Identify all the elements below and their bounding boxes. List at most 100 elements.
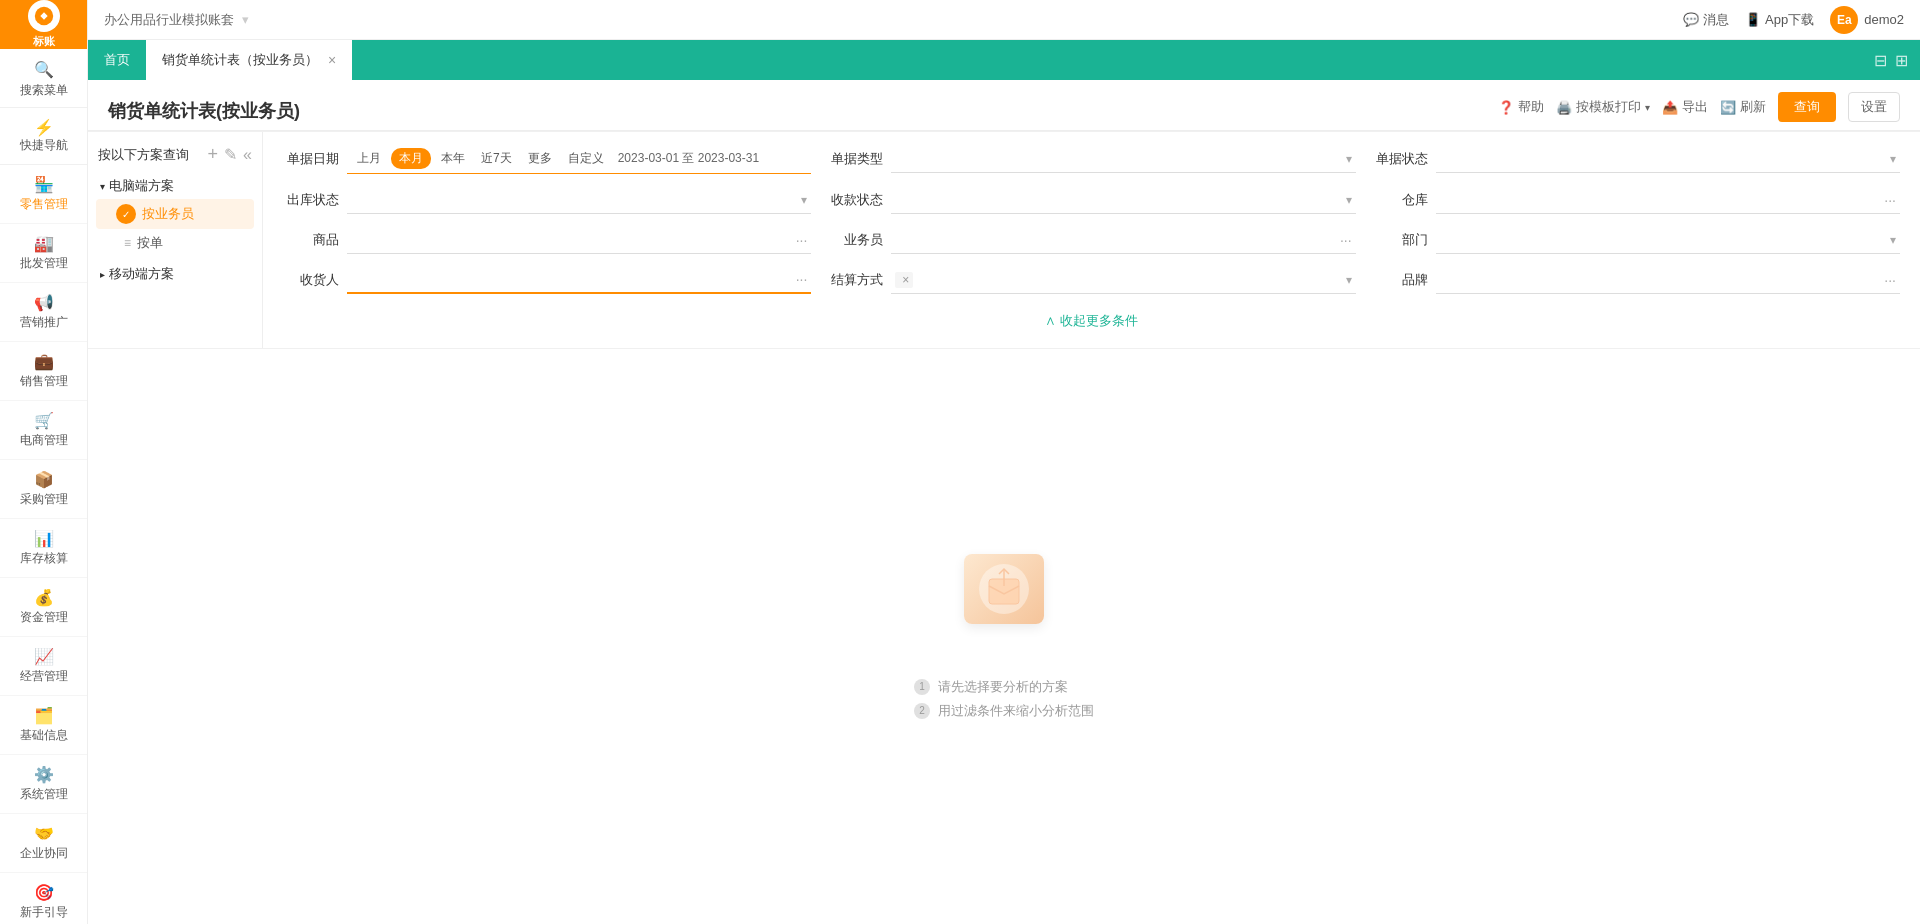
department-label: 部门 — [1372, 231, 1428, 249]
doctype-control[interactable]: ▾ — [891, 145, 1355, 173]
date-tab-last-month[interactable]: 上月 — [351, 148, 387, 169]
app-download-btn[interactable]: 📱 App下载 — [1745, 11, 1814, 29]
print-btn[interactable]: 🖨️ 按模板打印 ▾ — [1556, 98, 1650, 116]
date-tab-this-year[interactable]: 本年 — [435, 148, 471, 169]
message-btn[interactable]: 💬 消息 — [1683, 11, 1729, 29]
collapse-label: 收起更多条件 — [1060, 313, 1138, 328]
edit-scheme-btn[interactable]: ✎ — [224, 145, 237, 164]
sidebar-item-enterprise[interactable]: 🤝 企业协同 — [0, 814, 87, 873]
filter-row-3: 商品 ··· 业务员 ··· 部门 ▾ — [283, 226, 1900, 254]
department-control[interactable]: ▾ — [1436, 226, 1900, 254]
empty-line-1: 1 请先选择要分析的方案 — [914, 678, 1094, 696]
sidebar-item-wholesale[interactable]: 🏭 批发管理 — [0, 224, 87, 283]
sidebar-item-inventory[interactable]: 📊 库存核算 — [0, 519, 87, 578]
settlement-clear-tag: × — [895, 272, 913, 288]
salesperson-control[interactable]: ··· — [891, 226, 1355, 254]
active-tab-label: 销货单统计表（按业务员） — [162, 51, 318, 69]
operations-label: 经营管理 — [20, 668, 68, 685]
filter-row-1: 单据日期 上月 本月 本年 近7天 更多 自定义 2023-03-01 至 20… — [283, 144, 1900, 174]
user-section[interactable]: Ea demo2 — [1830, 6, 1904, 34]
panel-icons: + ✎ « — [208, 144, 252, 165]
tab-close-btn[interactable]: × — [328, 52, 336, 68]
finance-label: 资金管理 — [20, 609, 68, 626]
brand-control[interactable]: ··· — [1436, 266, 1900, 294]
goods-control[interactable]: ··· — [347, 226, 811, 254]
warehouse-label: 仓库 — [1372, 191, 1428, 209]
filter-row-2: 出库状态 ▾ 收款状态 ▾ 仓库 ··· — [283, 186, 1900, 214]
collapse-panel-btn[interactable]: « — [243, 146, 252, 164]
tab-minimize-btn[interactable]: ⊟ — [1874, 51, 1887, 70]
date-tab-more[interactable]: 更多 — [522, 148, 558, 169]
help-btn[interactable]: ❓ 帮助 — [1498, 98, 1544, 116]
sidebar-item-operations[interactable]: 📈 经营管理 — [0, 637, 87, 696]
sidebar-item-marketing[interactable]: 📢 营销推广 — [0, 283, 87, 342]
filter-date-item: 单据日期 上月 本月 本年 近7天 更多 自定义 2023-03-01 至 20… — [283, 144, 811, 174]
export-btn[interactable]: 📤 导出 — [1662, 98, 1708, 116]
date-tab-custom[interactable]: 自定义 — [562, 148, 610, 169]
mobile-expand-icon: ▸ — [100, 269, 105, 280]
sidebar-item-newbie[interactable]: 🎯 新手引导 — [0, 873, 87, 924]
goods-dots-icon: ··· — [796, 232, 808, 248]
sidebar-item-basic[interactable]: 🗂️ 基础信息 — [0, 696, 87, 755]
help-icon: ❓ — [1498, 100, 1514, 115]
tab-sales-stat[interactable]: 销货单统计表（按业务员） × — [146, 40, 352, 80]
filter-settlement-item: 结算方式 × ▾ — [827, 266, 1355, 294]
tab-maximize-btn[interactable]: ⊞ — [1895, 51, 1908, 70]
page-header-actions: ❓ 帮助 🖨️ 按模板打印 ▾ 📤 导出 🔄 刷新 查询 设置 — [1498, 92, 1900, 130]
settlement-control[interactable]: × ▾ — [891, 266, 1355, 294]
inventory-label: 库存核算 — [20, 550, 68, 567]
purchase-label: 采购管理 — [20, 491, 68, 508]
user-avatar: Ea — [1830, 6, 1858, 34]
warehouse-control[interactable]: ··· — [1436, 186, 1900, 214]
query-button[interactable]: 查询 — [1778, 92, 1836, 122]
settlement-label: 结算方式 — [827, 271, 883, 289]
collection-arrow-icon: ▾ — [1346, 193, 1352, 207]
scheme-item-by-doc[interactable]: ≡ 按单 — [96, 229, 254, 257]
consignee-control[interactable]: ··· — [347, 266, 811, 294]
sidebar-quick-nav[interactable]: ⚡ 快捷导航 — [0, 108, 87, 165]
docstatus-arrow-icon: ▾ — [1890, 152, 1896, 166]
desktop-scheme-header[interactable]: ▾ 电脑端方案 — [96, 173, 254, 199]
outstatus-control[interactable]: ▾ — [347, 186, 811, 214]
sidebar-item-finance[interactable]: 💰 资金管理 — [0, 578, 87, 637]
salesperson-label: 业务员 — [827, 231, 883, 249]
date-range-text: 2023-03-01 至 2023-03-31 — [618, 150, 759, 167]
collection-control[interactable]: ▾ — [891, 186, 1355, 214]
collapse-filters-btn[interactable]: ∧ 收起更多条件 — [283, 306, 1900, 336]
active-scheme-label: 按业务员 — [142, 205, 194, 223]
filter-collection-item: 收款状态 ▾ — [827, 186, 1355, 214]
sidebar-item-system[interactable]: ⚙️ 系统管理 — [0, 755, 87, 814]
consignee-label: 收货人 — [283, 271, 339, 289]
mobile-scheme-group: ▸ 移动端方案 — [88, 261, 262, 287]
date-range-control[interactable]: 上月 本月 本年 近7天 更多 自定义 2023-03-01 至 2023-03… — [347, 144, 811, 174]
download-icon: 📱 — [1745, 12, 1761, 27]
refresh-label: 刷新 — [1740, 98, 1766, 116]
search-icon: 🔍 — [34, 60, 54, 79]
desktop-expand-icon: ▾ — [100, 181, 105, 192]
date-tab-7days[interactable]: 近7天 — [475, 148, 518, 169]
date-tab-this-month[interactable]: 本月 — [391, 148, 431, 169]
outstatus-arrow-icon: ▾ — [801, 193, 807, 207]
newbie-icon: 🎯 — [34, 883, 54, 902]
logo-icon — [28, 0, 60, 32]
sidebar-item-ecommerce[interactable]: 🛒 电商管理 — [0, 401, 87, 460]
sidebar-item-purchase[interactable]: 📦 采购管理 — [0, 460, 87, 519]
mobile-scheme-header[interactable]: ▸ 移动端方案 — [96, 261, 254, 287]
settlement-arrow-icon: ▾ — [1346, 273, 1352, 287]
refresh-btn[interactable]: 🔄 刷新 — [1720, 98, 1766, 116]
logo-text: 标账 — [33, 34, 55, 49]
docstatus-control[interactable]: ▾ — [1436, 145, 1900, 173]
export-label: 导出 — [1682, 98, 1708, 116]
sidebar-search[interactable]: 🔍 搜索菜单 — [0, 49, 87, 108]
empty-num-1: 1 — [914, 679, 930, 695]
settlement-clear-btn[interactable]: × — [902, 273, 909, 287]
tab-home[interactable]: 首页 — [88, 40, 146, 80]
sidebar-item-retail[interactable]: 🏪 零售管理 — [0, 165, 87, 224]
settings-button[interactable]: 设置 — [1848, 92, 1900, 122]
print-arrow-icon: ▾ — [1645, 102, 1650, 113]
consignee-dots-icon: ··· — [796, 271, 808, 287]
add-scheme-btn[interactable]: + — [208, 144, 219, 165]
refresh-icon: 🔄 — [1720, 100, 1736, 115]
scheme-item-salesperson[interactable]: ✓ 按业务员 — [96, 199, 254, 229]
sidebar-item-sales[interactable]: 💼 销售管理 — [0, 342, 87, 401]
